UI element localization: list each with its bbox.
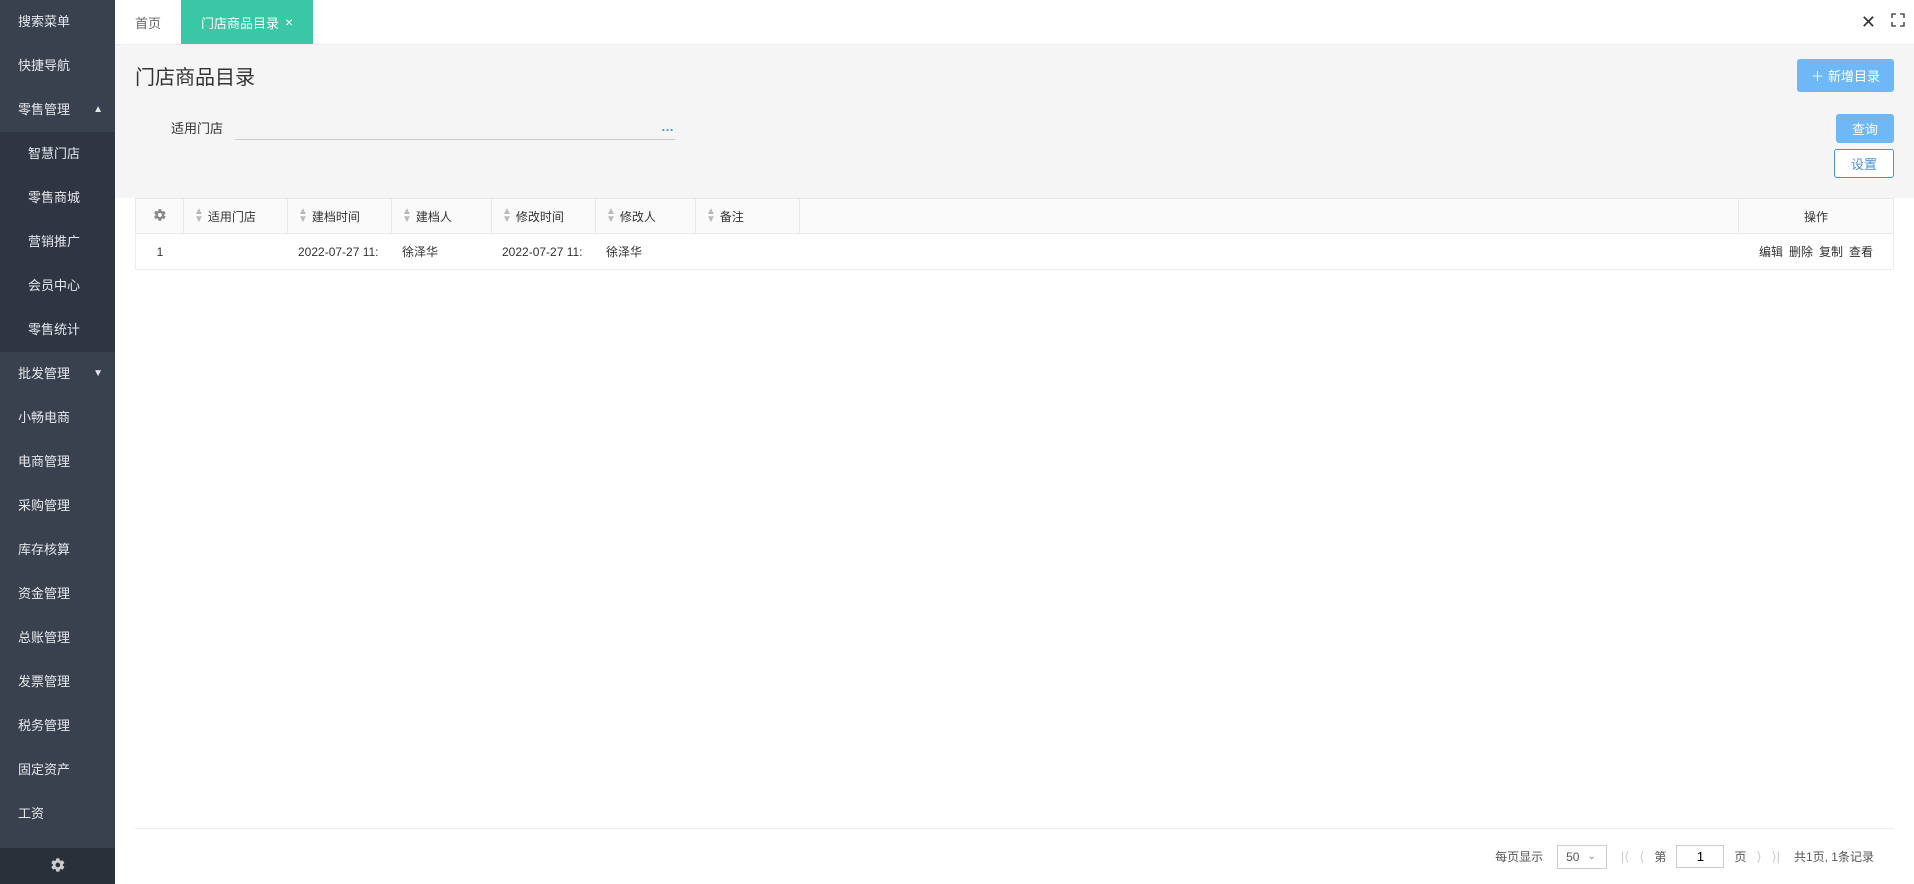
plus-icon: ＋ bbox=[1811, 66, 1824, 85]
store-filter-label: 适用门店 bbox=[171, 118, 223, 137]
sort-icon: ▲▼ bbox=[502, 208, 512, 224]
caret-up-icon: ▲ bbox=[93, 88, 103, 132]
sidebar-item-search-menu[interactable]: 搜索菜单 bbox=[0, 0, 115, 44]
sidebar-item-quicknav[interactable]: 快捷导航 bbox=[0, 44, 115, 88]
main: 首页 门店商品目录 × ✕ 门店商品目录 ＋ 新增目录 适用门店 … bbox=[115, 0, 1914, 884]
fullscreen-icon[interactable] bbox=[1890, 12, 1906, 33]
table-row: 1 2022-07-27 11: 徐泽华 2022-07-27 11: 徐泽华 … bbox=[135, 234, 1894, 270]
cell-remark bbox=[696, 234, 800, 269]
col-mod-time[interactable]: ▲▼修改时间 bbox=[492, 199, 596, 233]
col-spacer bbox=[800, 199, 1739, 233]
sidebar-item-member[interactable]: 会员中心 bbox=[0, 264, 115, 308]
gear-icon bbox=[153, 208, 167, 225]
sidebar-item-funds[interactable]: 资金管理 bbox=[0, 572, 115, 616]
next-page-icon[interactable]: ⟩ bbox=[1756, 849, 1761, 865]
close-all-icon[interactable]: ✕ bbox=[1861, 12, 1876, 33]
pager: 每页显示 50 ⌄ |⟨ ⟨ 第 页 ⟩ ⟩| 共1页, 1条记录 bbox=[135, 828, 1894, 884]
cell-store bbox=[184, 234, 288, 269]
first-page-icon[interactable]: |⟨ bbox=[1621, 849, 1629, 865]
page-summary: 共1页, 1条记录 bbox=[1794, 848, 1874, 865]
sidebar: 搜索菜单 快捷导航 零售管理▲ 智慧门店 零售商城 营销推广 会员中心 零售统计… bbox=[0, 0, 115, 884]
sidebar-item-invoice[interactable]: 发票管理 bbox=[0, 660, 115, 704]
col-create-time[interactable]: ▲▼建档时间 bbox=[288, 199, 392, 233]
col-actions: 操作 bbox=[1739, 199, 1893, 233]
sidebar-item-smart-store[interactable]: 智慧门店 bbox=[0, 132, 115, 176]
sort-icon: ▲▼ bbox=[194, 208, 204, 224]
sort-icon: ▲▼ bbox=[402, 208, 412, 224]
action-delete[interactable]: 删除 bbox=[1789, 243, 1813, 260]
caret-down-icon: ▼ bbox=[93, 352, 103, 396]
sidebar-item-retail-mall[interactable]: 零售商城 bbox=[0, 176, 115, 220]
col-creator[interactable]: ▲▼建档人 bbox=[392, 199, 492, 233]
sidebar-item-xiaochang[interactable]: 小畅电商 bbox=[0, 396, 115, 440]
action-edit[interactable]: 编辑 bbox=[1759, 243, 1783, 260]
prev-page-icon[interactable]: ⟨ bbox=[1639, 849, 1644, 865]
sidebar-item-inventory[interactable]: 库存核算 bbox=[0, 528, 115, 572]
page-label-suffix: 页 bbox=[1734, 848, 1746, 865]
gear-icon bbox=[50, 857, 66, 876]
tabbar: 首页 门店商品目录 × ✕ bbox=[115, 0, 1914, 45]
action-view[interactable]: 查看 bbox=[1849, 243, 1873, 260]
query-button[interactable]: 查询 bbox=[1836, 114, 1894, 143]
last-page-icon[interactable]: ⟩| bbox=[1772, 849, 1780, 865]
settings-button[interactable]: 设置 bbox=[1834, 149, 1894, 178]
page-input[interactable] bbox=[1676, 845, 1724, 868]
tab-store-catalog[interactable]: 门店商品目录 × bbox=[181, 0, 313, 44]
cell-creator: 徐泽华 bbox=[392, 234, 492, 269]
cell-modifier: 徐泽华 bbox=[596, 234, 696, 269]
col-modifier[interactable]: ▲▼修改人 bbox=[596, 199, 696, 233]
sidebar-item-ecommerce[interactable]: 电商管理 bbox=[0, 440, 115, 484]
filterbar: 适用门店 … 查询 设置 bbox=[115, 106, 1914, 198]
page-title: 门店商品目录 bbox=[135, 61, 255, 90]
cell-actions: 编辑 删除 复制 查看 bbox=[1739, 234, 1893, 269]
tab-home[interactable]: 首页 bbox=[115, 0, 181, 44]
sort-icon: ▲▼ bbox=[298, 208, 308, 224]
sidebar-item-retail-stats[interactable]: 零售统计 bbox=[0, 308, 115, 352]
sidebar-item-tax[interactable]: 税务管理 bbox=[0, 704, 115, 748]
cell-mod-time: 2022-07-27 11: bbox=[492, 234, 596, 269]
titlebar: 门店商品目录 ＋ 新增目录 bbox=[115, 45, 1914, 106]
close-icon[interactable]: × bbox=[285, 14, 293, 30]
sidebar-item-ledger[interactable]: 总账管理 bbox=[0, 616, 115, 660]
page-label-prefix: 第 bbox=[1654, 848, 1666, 865]
add-catalog-button[interactable]: ＋ 新增目录 bbox=[1797, 59, 1894, 92]
sidebar-item-wholesale[interactable]: 批发管理▼ bbox=[0, 352, 115, 396]
sort-icon: ▲▼ bbox=[606, 208, 616, 224]
per-page-select[interactable]: 50 ⌄ bbox=[1557, 845, 1607, 869]
sidebar-item-salary[interactable]: 工资 bbox=[0, 792, 115, 836]
sidebar-item-retail[interactable]: 零售管理▲ bbox=[0, 88, 115, 132]
sidebar-item-purchase[interactable]: 采购管理 bbox=[0, 484, 115, 528]
per-page-label: 每页显示 bbox=[1495, 848, 1543, 865]
more-icon[interactable]: … bbox=[661, 119, 675, 134]
sidebar-item-marketing[interactable]: 营销推广 bbox=[0, 220, 115, 264]
sidebar-item-assets[interactable]: 固定资产 bbox=[0, 748, 115, 792]
chevron-down-icon: ⌄ bbox=[1587, 851, 1595, 862]
cell-create-time: 2022-07-27 11: bbox=[288, 234, 392, 269]
col-remark[interactable]: ▲▼备注 bbox=[696, 199, 800, 233]
store-filter-input[interactable] bbox=[235, 119, 661, 134]
action-copy[interactable]: 复制 bbox=[1819, 243, 1843, 260]
cell-index: 1 bbox=[136, 234, 184, 269]
table: ▲▼适用门店 ▲▼建档时间 ▲▼建档人 ▲▼修改时间 ▲▼修改人 ▲▼备注 操作… bbox=[115, 198, 1914, 828]
sort-icon: ▲▼ bbox=[706, 208, 716, 224]
col-store[interactable]: ▲▼适用门店 bbox=[184, 199, 288, 233]
col-config[interactable] bbox=[136, 199, 184, 233]
sidebar-settings[interactable] bbox=[0, 848, 115, 884]
